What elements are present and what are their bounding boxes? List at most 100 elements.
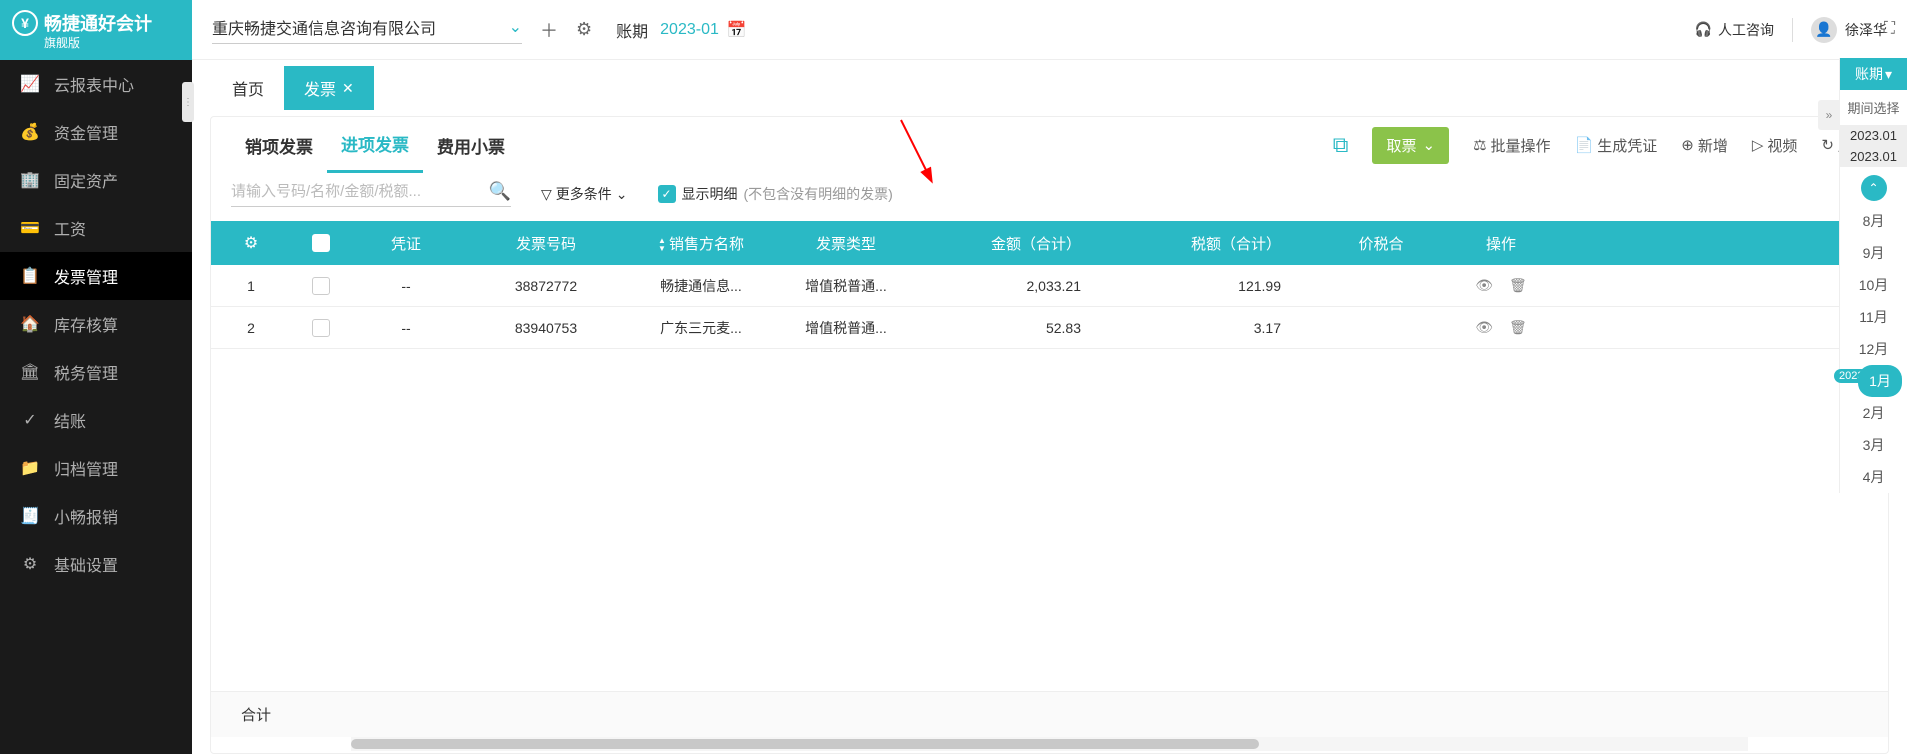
close-icon[interactable]: ✕ (342, 80, 354, 97)
th-seller[interactable]: ▲▼销售方名称 (631, 233, 771, 254)
row-ops: 👁🗑 (1441, 319, 1561, 336)
scroll-top-icon[interactable]: ⌃ (1861, 175, 1887, 201)
period-month[interactable]: 4月 (1840, 461, 1907, 493)
panel-collapse[interactable]: » (1818, 100, 1840, 130)
consult-link[interactable]: 🎧 人工咨询 (1695, 20, 1774, 40)
search-icon[interactable]: 🔍 (489, 181, 511, 202)
row-checkbox[interactable] (291, 277, 351, 295)
view-icon[interactable]: 👁 (1475, 319, 1493, 336)
th-voucher[interactable]: 凭证 (351, 233, 461, 254)
sidebar-item-funds[interactable]: 💰资金管理 (0, 108, 192, 156)
show-detail-hint: (不包含没有明细的发票) (744, 184, 893, 204)
topbar: 重庆畅捷交通信息咨询有限公司 ⌄ ＋ ⚙ 账期 2023-01 📅 🎧 人工咨询… (192, 0, 1907, 60)
th-op: 操作 (1441, 233, 1561, 254)
period-month-current[interactable]: 1月 (1858, 365, 1902, 397)
company-selector[interactable]: 重庆畅捷交通信息咨询有限公司 ⌄ (212, 15, 522, 44)
cell-amount: 2,033.21 (921, 278, 1121, 294)
headset-icon: 🎧 (1695, 21, 1712, 38)
period-month[interactable]: 3月 (1840, 429, 1907, 461)
doc-icon: 📄 (1575, 136, 1594, 154)
batch-action[interactable]: ⚖批量操作 (1473, 135, 1550, 156)
delete-icon[interactable]: 🗑 (1509, 277, 1527, 294)
period-year[interactable]: 2023.01 (1840, 125, 1907, 146)
period-month[interactable]: 12月 (1840, 333, 1907, 365)
show-detail-checkbox[interactable]: ✓ (658, 185, 676, 203)
th-invoice-no[interactable]: 发票号码 (461, 233, 631, 254)
add-action[interactable]: ⊕新增 (1681, 135, 1728, 156)
qr-icon[interactable]: ⧉ (1333, 132, 1349, 158)
period-year[interactable]: 2023.01 (1840, 146, 1907, 167)
settings-icon[interactable]: ⚙ (576, 19, 592, 40)
cell-seller: 畅捷通信息... (631, 276, 771, 296)
calendar-icon: 📅 (727, 20, 747, 40)
chevron-down-icon: ⌄ (616, 186, 628, 203)
voucher-action[interactable]: 📄生成凭证 (1575, 135, 1658, 156)
table-row[interactable]: 2 -- 83940753 广东三元麦... 增值税普通... 52.83 3.… (211, 307, 1888, 349)
cell-tax: 3.17 (1121, 320, 1321, 336)
pickup-button[interactable]: 取票 ⌄ (1372, 127, 1449, 164)
th-total[interactable]: 价税合 (1321, 233, 1441, 254)
sidebar-item-reports[interactable]: 📈云报表中心 (0, 60, 192, 108)
gear-icon[interactable]: ⚙ (244, 235, 258, 252)
invoice-subtabs: 销项发票 进项发票 费用小票 ⧉ 取票 ⌄ ⚖批量操作 📄生成凭证 ⊕新增 ▷视… (211, 117, 1888, 173)
th-tax[interactable]: 税额（合计） (1121, 233, 1321, 254)
sidebar-item-archive[interactable]: 📁归档管理 (0, 444, 192, 492)
delete-icon[interactable]: 🗑 (1509, 319, 1527, 336)
video-action[interactable]: ▷视频 (1752, 135, 1798, 156)
period-month[interactable]: 9月 (1840, 237, 1907, 269)
cell-voucher: -- (351, 320, 461, 336)
cell-voucher: -- (351, 278, 461, 294)
logo-subtitle: 旗舰版 (44, 34, 192, 51)
period-panel-toggle[interactable]: 账期▾ (1840, 58, 1907, 90)
period-month[interactable]: 11月 (1840, 301, 1907, 333)
horizontal-scrollbar[interactable] (351, 737, 1748, 751)
scrollbar-thumb[interactable] (351, 739, 1259, 749)
th-amount[interactable]: 金额（合计） (921, 233, 1121, 254)
sidebar-item-tax[interactable]: 🏛税务管理 (0, 348, 192, 396)
th-type[interactable]: 发票类型 (771, 233, 921, 254)
sidebar-item-closing[interactable]: ✓结账 (0, 396, 192, 444)
more-conditions[interactable]: ▽ 更多条件 ⌄ (541, 184, 628, 204)
subtab-sales[interactable]: 销项发票 (231, 119, 327, 172)
row-checkbox[interactable] (291, 319, 351, 337)
building-icon: 🏢 (20, 170, 40, 190)
sidebar-item-settings[interactable]: ⚙基础设置 (0, 540, 192, 588)
main: 重庆畅捷交通信息咨询有限公司 ⌄ ＋ ⚙ 账期 2023-01 📅 🎧 人工咨询… (192, 0, 1907, 754)
sidebar-item-invoice[interactable]: 📋发票管理 (0, 252, 192, 300)
row-index: 2 (211, 320, 291, 336)
house-icon: 🏠 (20, 314, 40, 334)
search-input[interactable] (231, 183, 489, 200)
sidebar-item-assets[interactable]: 🏢固定资产 (0, 156, 192, 204)
table-row[interactable]: 1 -- 38872772 畅捷通信息... 增值税普通... 2,033.21… (211, 265, 1888, 307)
sidebar-item-salary[interactable]: 💳工资 (0, 204, 192, 252)
sidebar-item-inventory[interactable]: 🏠库存核算 (0, 300, 192, 348)
tab-invoice[interactable]: 发票 ✕ (284, 66, 374, 110)
logo: ¥ 畅捷通好会计 旗舰版 (0, 0, 192, 60)
check-icon: ✓ (20, 410, 40, 430)
add-icon[interactable]: ＋ (540, 17, 558, 43)
period-selector[interactable]: 2023-01 📅 (660, 20, 747, 40)
subtab-purchase[interactable]: 进项发票 (327, 117, 423, 173)
fullscreen-icon[interactable]: ⛶ (1884, 20, 1895, 38)
summary-row: 合计 (211, 691, 1888, 737)
sidebar-item-reimburse[interactable]: 🧾小畅报销 (0, 492, 192, 540)
select-all-checkbox[interactable] (291, 234, 351, 252)
period-month[interactable]: 2月 (1840, 397, 1907, 429)
cell-seller: 广东三元麦... (631, 318, 771, 338)
play-icon: ▷ (1752, 136, 1764, 154)
card-icon: 💳 (20, 218, 40, 238)
search-input-wrap: 🔍 (231, 181, 511, 207)
period-panel: 账期▾ » 期间选择 2023.01 2023.01 ⌃ 8月 9月 10月 1… (1839, 58, 1907, 493)
period-month[interactable]: 8月 (1840, 205, 1907, 237)
divider (1792, 18, 1793, 42)
cell-invoice-no: 38872772 (461, 278, 631, 294)
refresh-icon: ↻ (1821, 136, 1834, 154)
period-month[interactable]: 10月 (1840, 269, 1907, 301)
gear-icon: ⚙ (20, 554, 40, 574)
subtab-expense[interactable]: 费用小票 (423, 119, 519, 172)
tab-home[interactable]: 首页 (212, 66, 284, 110)
plus-icon: ⊕ (1681, 136, 1694, 154)
user-menu[interactable]: 👤 徐泽华 (1811, 17, 1887, 43)
sidebar: ¥ 畅捷通好会计 旗舰版 📈云报表中心 💰资金管理 🏢固定资产 💳工资 📋发票管… (0, 0, 192, 754)
view-icon[interactable]: 👁 (1475, 277, 1493, 294)
